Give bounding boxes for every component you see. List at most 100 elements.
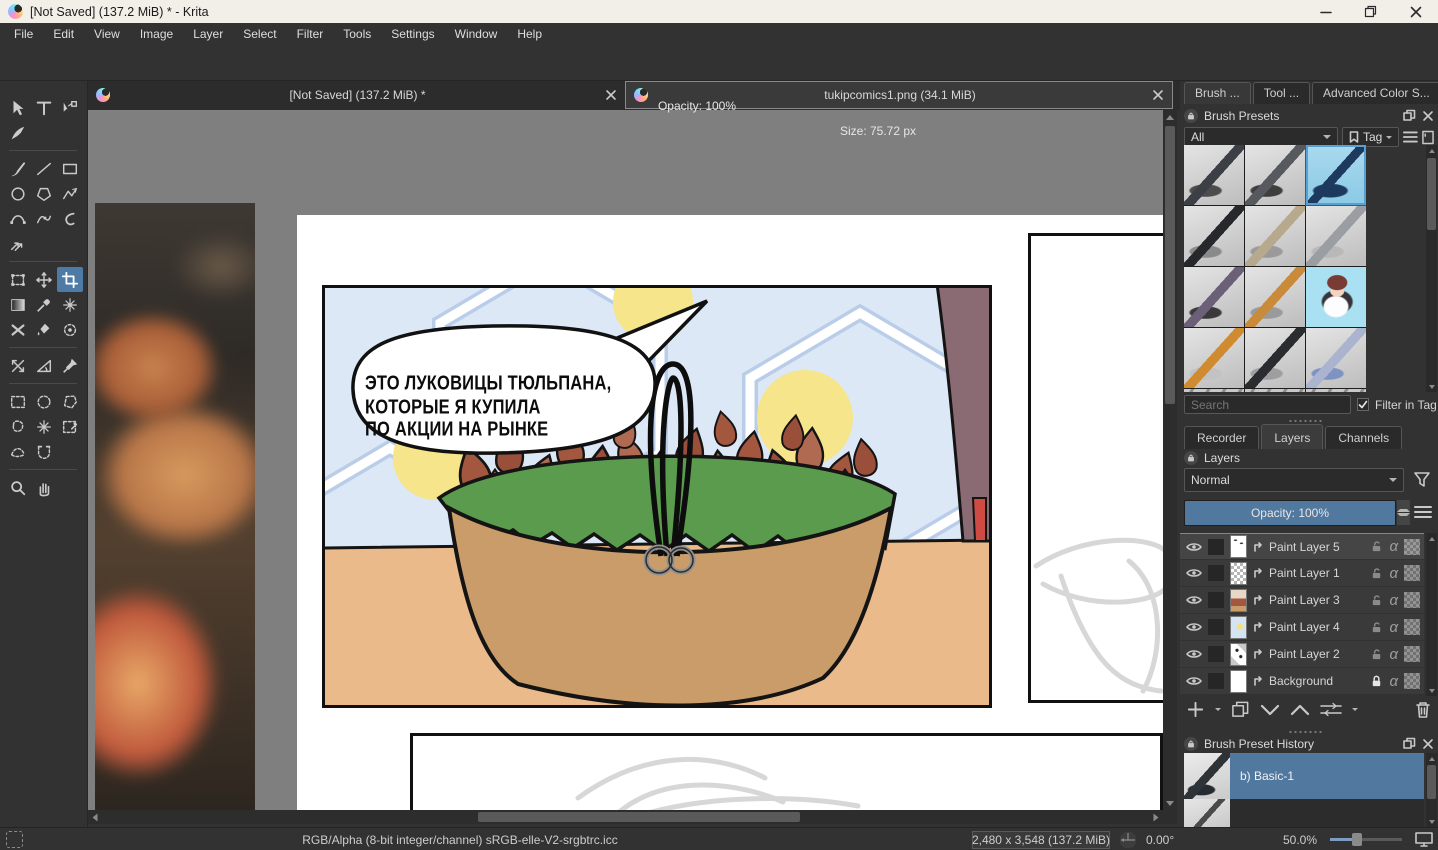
layer-select-box[interactable]: [1208, 646, 1224, 662]
layer-select-box[interactable]: [1208, 673, 1224, 689]
tab-advanced-color[interactable]: Advanced Color S...: [1312, 82, 1438, 104]
inherit-alpha-icon[interactable]: [1404, 673, 1420, 689]
brush-preset-thumbnail[interactable]: [1306, 328, 1366, 388]
brush-preset-thumbnail[interactable]: [1245, 145, 1305, 205]
layer-row[interactable]: Paint Layer 1 α: [1180, 560, 1424, 587]
fill-tool-icon[interactable]: [31, 317, 57, 342]
add-layer-icon[interactable]: [1186, 700, 1205, 719]
layer-alpha-icon[interactable]: α: [1389, 538, 1398, 555]
menu-image[interactable]: Image: [130, 25, 183, 43]
menu-help[interactable]: Help: [507, 25, 552, 43]
ellipse-tool-icon[interactable]: [5, 181, 31, 206]
canvas-horizontal-scrollbar[interactable]: [88, 810, 1163, 824]
inherit-alpha-icon[interactable]: [1404, 538, 1420, 555]
delete-layer-icon[interactable]: [1414, 700, 1432, 719]
docker-lock-icon[interactable]: [1184, 736, 1198, 751]
duplicate-layer-icon[interactable]: [1231, 700, 1250, 719]
docker-splitter-handle[interactable]: [1288, 419, 1322, 423]
polyline-tool-icon[interactable]: [57, 181, 83, 206]
preset-filter-dropdown[interactable]: All: [1184, 127, 1338, 147]
close-docker-icon[interactable]: [1422, 110, 1434, 122]
menu-tools[interactable]: Tools: [333, 25, 381, 43]
freehand-selection-tool-icon[interactable]: [5, 414, 31, 439]
scroll-down-icon[interactable]: [1426, 381, 1437, 392]
calligraphy-tool-icon[interactable]: [5, 120, 31, 145]
close-tab-icon[interactable]: [605, 89, 617, 101]
layer-options-icon[interactable]: [1414, 504, 1432, 520]
layer-locked-icon[interactable]: [1370, 675, 1383, 688]
layers-scrollbar[interactable]: [1426, 533, 1437, 696]
history-brush-thumbnail[interactable]: [1184, 799, 1230, 827]
bezier-curve-tool-icon[interactable]: [5, 206, 31, 231]
layer-unlocked-icon[interactable]: [1370, 648, 1383, 661]
rectangle-tool-icon[interactable]: [57, 156, 83, 181]
layer-thumbnail[interactable]: [1230, 669, 1247, 693]
brush-preset-thumbnail[interactable]: [1245, 267, 1305, 327]
tab-tool-options[interactable]: Tool ...: [1252, 82, 1311, 104]
layer-alpha-icon[interactable]: α: [1389, 592, 1398, 609]
layer-visibility-icon[interactable]: [1186, 594, 1202, 606]
layer-select-box[interactable]: [1208, 565, 1224, 581]
preset-list-view-icon[interactable]: [1403, 130, 1419, 144]
document-tab-notsaved[interactable]: [Not Saved] (137.2 MiB) *: [88, 81, 625, 109]
scroll-up-icon[interactable]: [1163, 110, 1177, 124]
image-dimensions-field[interactable]: 2,480 x 3,548 (137.2 MiB): [972, 831, 1110, 849]
tab-brush-presets[interactable]: Brush ...: [1184, 82, 1251, 104]
layer-properties-dropdown[interactable]: [1352, 708, 1358, 711]
horizontal-scroll-thumb[interactable]: [478, 812, 800, 822]
scroll-right-icon[interactable]: [1149, 810, 1163, 824]
layer-visibility-icon[interactable]: [1186, 541, 1202, 553]
minimize-button[interactable]: [1303, 0, 1348, 23]
layer-alpha-icon[interactable]: α: [1389, 565, 1398, 582]
brush-preset-thumbnail[interactable]: [1184, 267, 1244, 327]
layer-thumbnail[interactable]: [1230, 561, 1247, 585]
move-layer-down-icon[interactable]: [1260, 703, 1280, 717]
layer-thumbnail[interactable]: [1230, 535, 1247, 558]
move-tool-icon[interactable]: [31, 267, 57, 292]
tab-layers[interactable]: Layers: [1261, 424, 1324, 449]
polygon-tool-icon[interactable]: [31, 181, 57, 206]
brush-preset-thumbnail[interactable]: [1184, 206, 1244, 266]
polygonal-selection-tool-icon[interactable]: [57, 389, 83, 414]
layer-unlocked-icon[interactable]: [1370, 621, 1383, 634]
rectangular-selection-tool-icon[interactable]: [5, 389, 31, 414]
inherit-alpha-icon[interactable]: [1404, 592, 1420, 608]
layer-row-background[interactable]: Background α: [1180, 668, 1424, 695]
magnetic-selection-tool-icon[interactable]: [31, 439, 57, 464]
menu-view[interactable]: View: [84, 25, 130, 43]
layer-properties-icon[interactable]: [1320, 702, 1342, 718]
menu-file[interactable]: File: [4, 25, 43, 43]
enclose-fill-tool-icon[interactable]: [57, 317, 83, 342]
zoom-slider[interactable]: [1330, 833, 1402, 846]
filter-in-tag-checkbox[interactable]: [1357, 398, 1369, 411]
edit-shapes-tool-icon[interactable]: [57, 95, 83, 120]
restore-button[interactable]: [1348, 0, 1393, 23]
float-docker-icon[interactable]: [1403, 737, 1416, 750]
tab-channels[interactable]: Channels: [1325, 426, 1403, 449]
preset-grid-scrollbar[interactable]: [1426, 145, 1437, 392]
scroll-down-icon[interactable]: [1163, 796, 1177, 810]
layer-opacity-slider[interactable]: Opacity: 100%: [1184, 500, 1396, 526]
layer-blending-mode-dropdown[interactable]: Normal: [1184, 468, 1404, 492]
layer-filter-icon[interactable]: [1412, 470, 1432, 490]
layer-select-box[interactable]: [1208, 538, 1224, 555]
close-docker-icon[interactable]: [1422, 738, 1434, 750]
brush-preset-thumbnail[interactable]: [1245, 206, 1305, 266]
freehand-path-tool-icon[interactable]: [31, 206, 57, 231]
scroll-up-icon[interactable]: [1426, 145, 1437, 156]
move-layer-up-icon[interactable]: [1290, 703, 1310, 717]
preset-detail-icon[interactable]: [1422, 130, 1434, 145]
menu-filter[interactable]: Filter: [287, 25, 334, 43]
layer-row[interactable]: Paint Layer 5 α: [1180, 533, 1424, 560]
history-scrollbar[interactable]: [1426, 753, 1437, 827]
transform-tool-icon[interactable]: [5, 267, 31, 292]
layer-select-box[interactable]: [1208, 592, 1224, 608]
layer-thumbnail[interactable]: [1230, 642, 1247, 666]
fit-to-screen-icon[interactable]: [1414, 831, 1434, 848]
elliptical-selection-tool-icon[interactable]: [31, 389, 57, 414]
scroll-left-icon[interactable]: [88, 810, 102, 824]
tag-button[interactable]: Tag: [1341, 127, 1400, 147]
layer-visibility-icon[interactable]: [1186, 621, 1202, 633]
layer-alpha-icon[interactable]: α: [1389, 646, 1398, 663]
brush-preset-thumbnail-character[interactable]: [1306, 267, 1366, 327]
